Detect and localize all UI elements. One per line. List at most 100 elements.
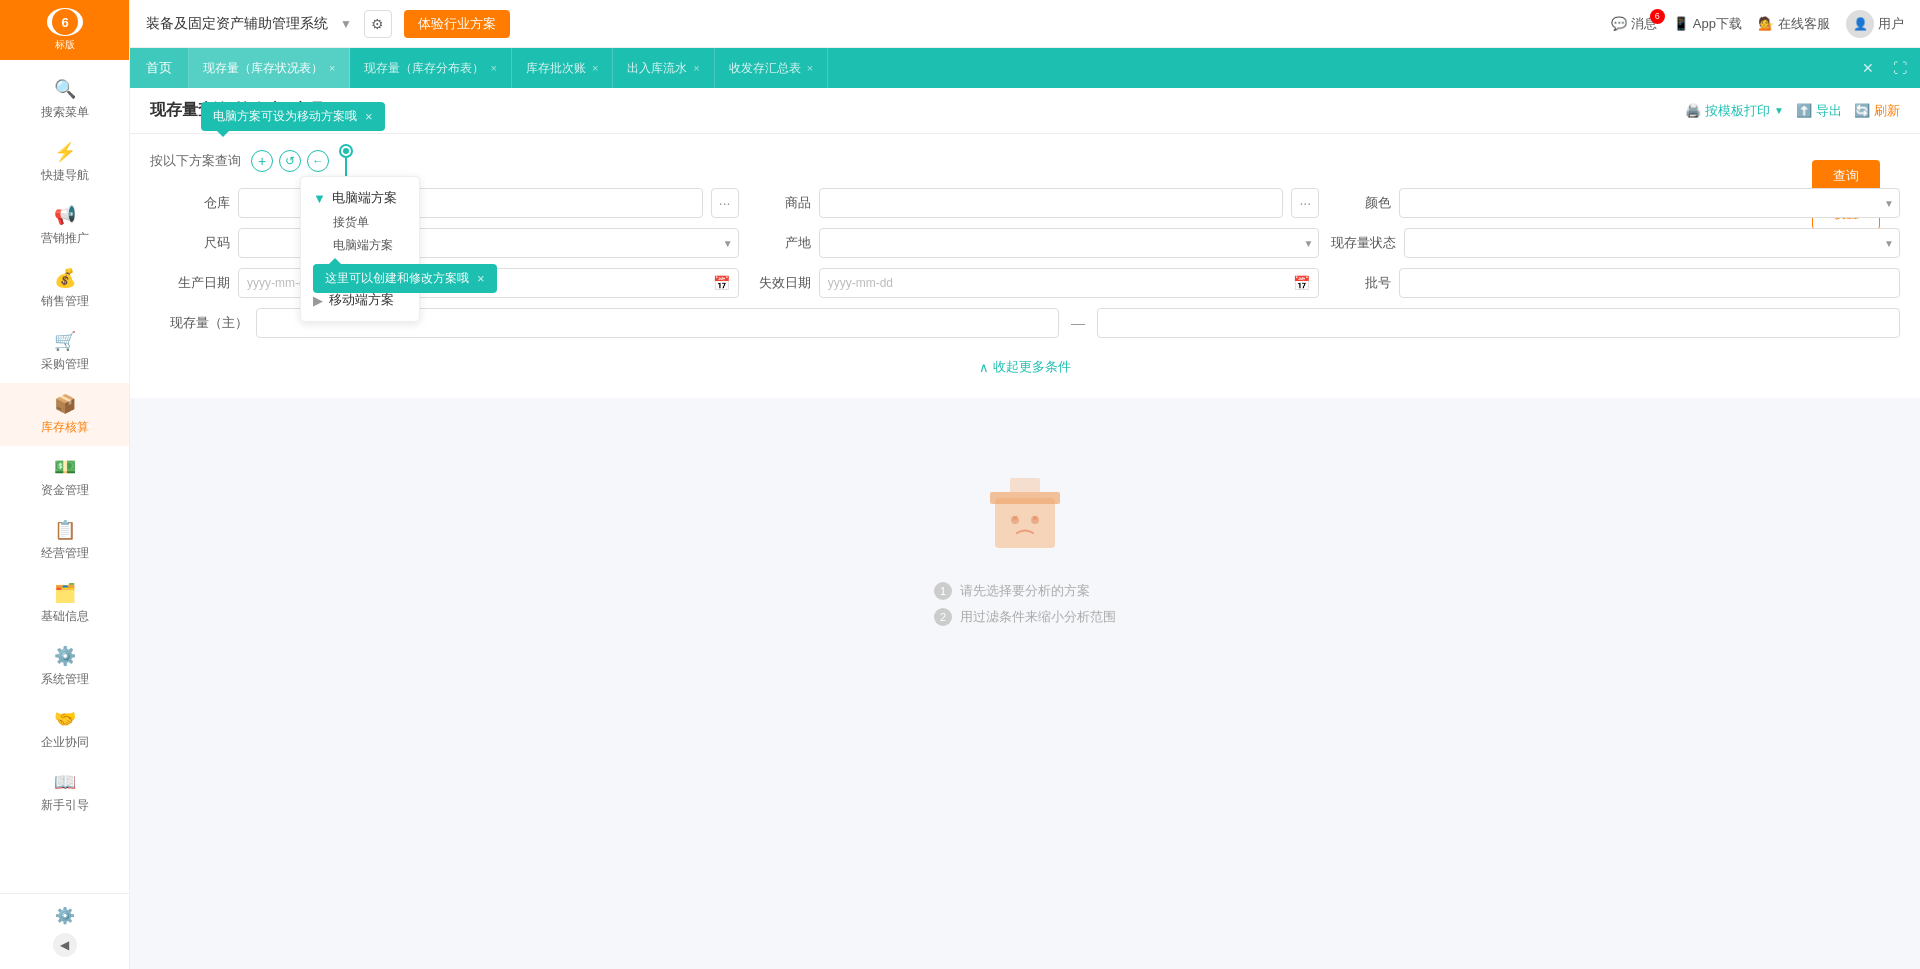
settings-icon: ⚙️ (55, 906, 75, 925)
collapse-label: 收起更多条件 (993, 358, 1071, 376)
sidebar-item-system[interactable]: ⚙️ 系统管理 (0, 635, 129, 698)
sidebar-item-inventory[interactable]: 📦 库存核算 (0, 383, 129, 446)
print-btn[interactable]: 🖨️ 按模板打印 ▼ (1685, 102, 1784, 120)
collapse-more-btn[interactable]: ∧ 收起更多条件 (150, 348, 1900, 386)
stock-status-label: 现存量状态 (1331, 234, 1396, 252)
sidebar-item-label: 企业协同 (41, 734, 89, 751)
sidebar-settings-btn[interactable]: ⚙️ (55, 906, 75, 925)
sidebar-item-search-menu[interactable]: 🔍 搜索菜单 (0, 68, 129, 131)
indicator-container (341, 146, 351, 176)
tab-inventory-status[interactable]: 现存量（库存状况表） × (189, 48, 350, 88)
sidebar-item-quick-nav[interactable]: ⚡ 快捷导航 (0, 131, 129, 194)
tab-summary[interactable]: 收发存汇总表 × (715, 48, 828, 88)
topbar-title: 装备及固定资产辅助管理系统 (146, 15, 328, 33)
tab-batch-account[interactable]: 库存批次账 × (512, 48, 613, 88)
filter-field-size: 尺码 ▼ (170, 228, 739, 258)
message-action[interactable]: 💬 6 消息 (1611, 15, 1657, 33)
tab-close-icon[interactable]: × (490, 62, 496, 74)
stock-qty-to[interactable] (1097, 308, 1900, 338)
sidebar-item-label: 库存核算 (41, 419, 89, 436)
expire-date-from[interactable]: yyyy-mm-dd 📅 (819, 268, 1320, 298)
inventory-icon: 📦 (54, 393, 76, 415)
online-service-action[interactable]: 💁 在线客服 (1758, 15, 1830, 33)
origin-select-display[interactable] (819, 228, 1320, 258)
sales-icon: 💰 (54, 267, 76, 289)
system-icon: ⚙️ (54, 645, 76, 667)
sidebar-logo: 6 标版 (0, 0, 129, 60)
warehouse-dots-btn[interactable]: ··· (711, 188, 739, 218)
sidebar-item-label: 快捷导航 (41, 167, 89, 184)
purchase-icon: 🛒 (54, 330, 76, 352)
tab-close-icon[interactable]: × (693, 62, 699, 74)
user-action[interactable]: 👤 用户 (1846, 10, 1904, 38)
refresh-label: 刷新 (1874, 102, 1900, 120)
tab-close-icon[interactable]: × (329, 62, 335, 74)
online-service-label: 在线客服 (1778, 15, 1830, 33)
tabs-close-all-btn[interactable]: ✕ (1856, 56, 1880, 80)
filter-row-1: 仓库 ··· 商品 ··· 颜色 ▼ (170, 188, 1900, 218)
quick-nav-icon: ⚡ (54, 141, 76, 163)
sidebar-collapse-btn[interactable]: ◀ (53, 933, 77, 957)
indicator-dot (341, 146, 351, 156)
topbar-dropdown[interactable]: ▼ (340, 17, 352, 31)
sidebar-item-sales[interactable]: 💰 销售管理 (0, 257, 129, 320)
tooltip2-close-btn[interactable]: × (477, 271, 485, 286)
prod-date-label: 生产日期 (170, 274, 230, 292)
tab-inventory-distribution[interactable]: 现存量（库存分布表） × (350, 48, 511, 88)
filter-field-goods: 商品 ··· (751, 188, 1320, 218)
base-info-icon: 🗂️ (54, 582, 76, 604)
goods-dots-btn[interactable]: ··· (1291, 188, 1319, 218)
stock-status-select[interactable]: ▼ (1404, 228, 1900, 258)
color-select[interactable]: ▼ (1399, 188, 1900, 218)
sidebar-item-purchase[interactable]: 🛒 采购管理 (0, 320, 129, 383)
stock-status-select-display[interactable] (1404, 228, 1900, 258)
tab-label: 出入库流水 (627, 60, 687, 77)
logo-icon: 6 (47, 8, 83, 36)
origin-select[interactable]: ▼ (819, 228, 1320, 258)
filter-top: 按以下方案查询 + ↺ ← 电脑方案可设为移动方案哦 × (150, 146, 1900, 176)
empty-state: 1 请先选择要分析的方案 2 用过滤条件来缩小分析范围 (130, 398, 1920, 690)
empty-image (975, 458, 1075, 558)
scheme-back-btn[interactable]: ← (307, 150, 329, 172)
print-dropdown-icon: ▼ (1774, 105, 1784, 116)
refresh-btn[interactable]: 🔄 刷新 (1854, 102, 1900, 120)
sidebar-item-marketing[interactable]: 📢 营销推广 (0, 194, 129, 257)
tabs-expand-btn[interactable]: ⛶ (1888, 56, 1912, 80)
tab-home[interactable]: 首页 (130, 48, 189, 88)
app-download-action[interactable]: 📱 App下载 (1673, 15, 1742, 33)
trial-btn[interactable]: 体验行业方案 (404, 10, 510, 38)
tooltip-close-btn[interactable]: × (365, 109, 373, 124)
export-btn[interactable]: ⬆️ 导出 (1796, 102, 1842, 120)
filter-section: 按以下方案查询 + ↺ ← 电脑方案可设为移动方案哦 × (130, 134, 1920, 398)
color-select-display[interactable] (1399, 188, 1900, 218)
sidebar-item-base-info[interactable]: 🗂️ 基础信息 (0, 572, 129, 635)
svg-text:6: 6 (61, 15, 68, 30)
warehouse-label: 仓库 (170, 194, 230, 212)
goods-input[interactable] (819, 188, 1284, 218)
expire-date-label: 失效日期 (751, 274, 811, 292)
scheme-sub-item-1[interactable]: 接货单 (313, 211, 407, 234)
sidebar-item-operations[interactable]: 📋 经营管理 (0, 509, 129, 572)
scheme-sub-item-desktop[interactable]: 电脑端方案 (313, 234, 407, 257)
scheme-toggle-icon: ▼ (313, 191, 326, 206)
user-label: 用户 (1878, 15, 1904, 33)
color-label: 颜色 (1331, 194, 1391, 212)
sidebar-item-enterprise[interactable]: 🤝 企业协同 (0, 698, 129, 761)
tab-close-icon[interactable]: × (807, 62, 813, 74)
batch-input[interactable] (1399, 268, 1900, 298)
sidebar-item-label: 基础信息 (41, 608, 89, 625)
scheme-refresh-btn[interactable]: ↺ (279, 150, 301, 172)
marketing-icon: 📢 (54, 204, 76, 226)
topbar: 装备及固定资产辅助管理系统 ▼ ⚙ 体验行业方案 💬 6 消息 📱 App下载 … (130, 0, 1920, 48)
sidebar-item-guide[interactable]: 📖 新手引导 (0, 761, 129, 824)
scheme-tree-desktop[interactable]: ▼ 电脑端方案 (313, 185, 407, 211)
export-icon: ⬆️ (1796, 103, 1812, 118)
tab-close-icon[interactable]: × (592, 62, 598, 74)
scheme-add-btn[interactable]: + (251, 150, 273, 172)
sidebar-item-finance[interactable]: 💵 资金管理 (0, 446, 129, 509)
prod-date-icon: 📅 (713, 275, 730, 291)
topbar-settings-btn[interactable]: ⚙ (364, 10, 392, 38)
tab-inout-flow[interactable]: 出入库流水 × (613, 48, 714, 88)
goods-label: 商品 (751, 194, 811, 212)
step-num-1: 1 (934, 582, 952, 600)
